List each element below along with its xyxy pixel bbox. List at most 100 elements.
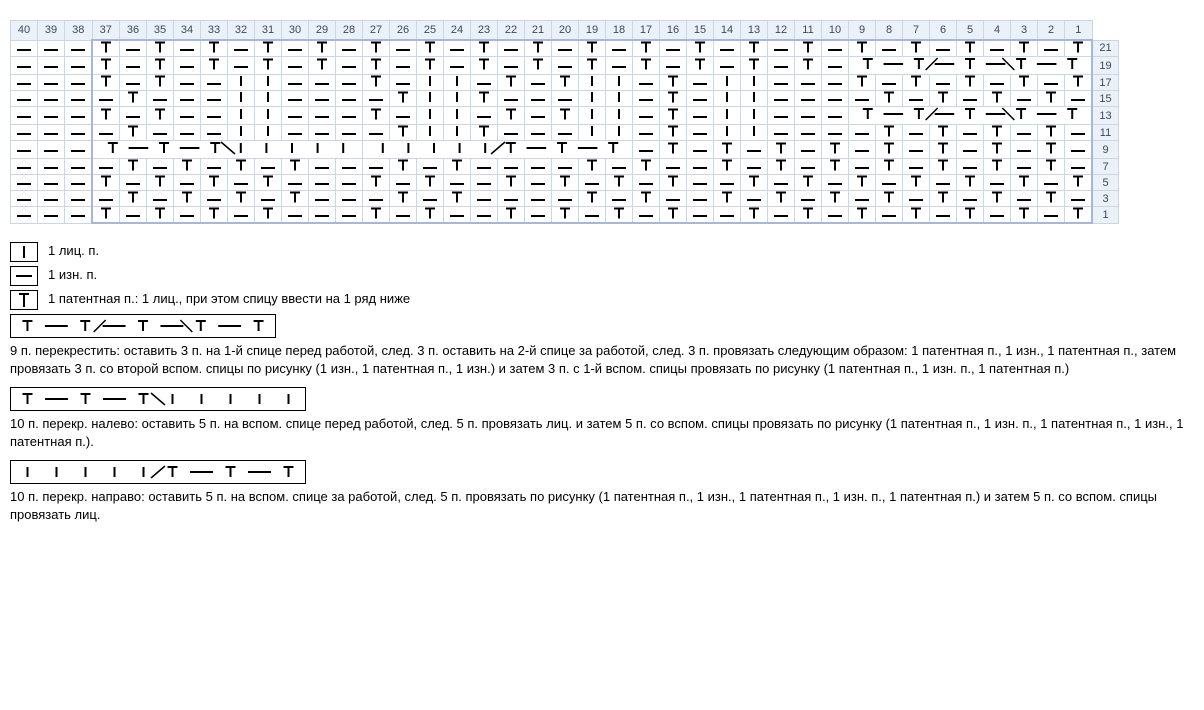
stitch-cell xyxy=(579,107,606,125)
row-label: 3 xyxy=(1092,191,1119,207)
legend-cable9: 9 п. перекрестить: оставить 3 п. на 1-й … xyxy=(10,342,1194,377)
stitch-cell xyxy=(38,57,65,75)
row-label: 5 xyxy=(1092,175,1119,191)
stitch-cell xyxy=(822,125,849,141)
stitch-cell xyxy=(1038,91,1065,107)
stitch-cell xyxy=(38,159,65,175)
col-header: 27 xyxy=(363,21,390,41)
stitch-cell xyxy=(903,125,930,141)
stitch-cell xyxy=(444,107,471,125)
stitch-cell xyxy=(498,207,525,224)
stitch-cell xyxy=(498,57,525,75)
stitch-cell xyxy=(822,57,849,75)
stitch-cell xyxy=(174,207,201,224)
stitch-cell xyxy=(606,57,633,75)
stitch-cell xyxy=(38,107,65,125)
stitch-cell xyxy=(903,207,930,224)
stitch-cell xyxy=(390,40,417,57)
stitch-cell xyxy=(65,57,93,75)
stitch-cell xyxy=(633,191,660,207)
stitch-cell xyxy=(11,57,38,75)
col-header: 25 xyxy=(417,21,444,41)
stitch-cell xyxy=(498,40,525,57)
stitch-cell xyxy=(579,191,606,207)
stitch-cell xyxy=(1038,125,1065,141)
stitch-cell xyxy=(92,191,120,207)
stitch-cell xyxy=(1011,125,1038,141)
stitch-cell xyxy=(11,207,38,224)
stitch-cell xyxy=(660,57,687,75)
stitch-cell xyxy=(768,191,795,207)
stitch-cell xyxy=(525,175,552,191)
stitch-cell xyxy=(120,91,147,107)
stitch-cell xyxy=(687,57,714,75)
stitch-cell xyxy=(660,40,687,57)
stitch-cell xyxy=(660,141,687,159)
col-header: 39 xyxy=(38,21,65,41)
stitch-cell xyxy=(120,191,147,207)
stitch-cell xyxy=(363,141,633,159)
stitch-cell xyxy=(525,125,552,141)
stitch-cell xyxy=(660,107,687,125)
stitch-cell xyxy=(444,159,471,175)
stitch-cell xyxy=(1065,207,1093,224)
stitch-cell xyxy=(201,207,228,224)
stitch-cell xyxy=(444,207,471,224)
row-label: 13 xyxy=(1092,107,1119,125)
legend: 1 лиц. п. 1 изн. п. 1 патентная п.: 1 ли… xyxy=(10,242,1194,523)
stitch-cell xyxy=(903,91,930,107)
stitch-cell xyxy=(687,191,714,207)
stitch-cell xyxy=(795,57,822,75)
stitch-cell xyxy=(471,75,498,91)
stitch-cell xyxy=(1011,40,1038,57)
stitch-cell xyxy=(417,175,444,191)
stitch-cell xyxy=(255,175,282,191)
stitch-cell xyxy=(660,191,687,207)
stitch-cell xyxy=(606,191,633,207)
stitch-cell xyxy=(38,125,65,141)
stitch-cell xyxy=(1011,175,1038,191)
stitch-cell xyxy=(498,91,525,107)
col-header: 1 xyxy=(1065,21,1093,41)
stitch-cell xyxy=(38,191,65,207)
stitch-cell xyxy=(768,75,795,91)
stitch-cell xyxy=(228,107,255,125)
purl-icon xyxy=(10,266,38,286)
stitch-cell xyxy=(1011,191,1038,207)
stitch-cell xyxy=(579,57,606,75)
stitch-cell xyxy=(849,191,876,207)
cable-left10-icon xyxy=(10,387,306,411)
stitch-cell xyxy=(1038,207,1065,224)
stitch-cell xyxy=(38,40,65,57)
stitch-cell xyxy=(822,141,849,159)
stitch-cell xyxy=(201,57,228,75)
stitch-cell xyxy=(1065,191,1093,207)
stitch-cell xyxy=(579,125,606,141)
stitch-cell xyxy=(417,159,444,175)
stitch-cell xyxy=(336,91,363,107)
stitch-cell xyxy=(714,57,741,75)
stitch-cell xyxy=(201,40,228,57)
stitch-cell xyxy=(957,141,984,159)
col-header: 15 xyxy=(687,21,714,41)
stitch-cell xyxy=(147,40,174,57)
stitch-cell xyxy=(11,141,38,159)
stitch-cell xyxy=(849,91,876,107)
stitch-cell xyxy=(471,91,498,107)
stitch-cell xyxy=(687,141,714,159)
stitch-cell xyxy=(147,57,174,75)
stitch-cell xyxy=(282,125,309,141)
stitch-cell xyxy=(822,40,849,57)
stitch-cell xyxy=(633,40,660,57)
stitch-cell xyxy=(363,40,390,57)
knit-icon xyxy=(10,242,38,262)
stitch-cell xyxy=(309,191,336,207)
stitch-cell xyxy=(65,91,93,107)
stitch-cell xyxy=(390,107,417,125)
stitch-cell xyxy=(336,175,363,191)
stitch-cell xyxy=(849,107,1093,125)
stitch-cell xyxy=(228,207,255,224)
stitch-cell xyxy=(768,91,795,107)
knitting-chart: 4039383736353433323130292827262524232221… xyxy=(10,20,1119,224)
stitch-cell xyxy=(120,125,147,141)
